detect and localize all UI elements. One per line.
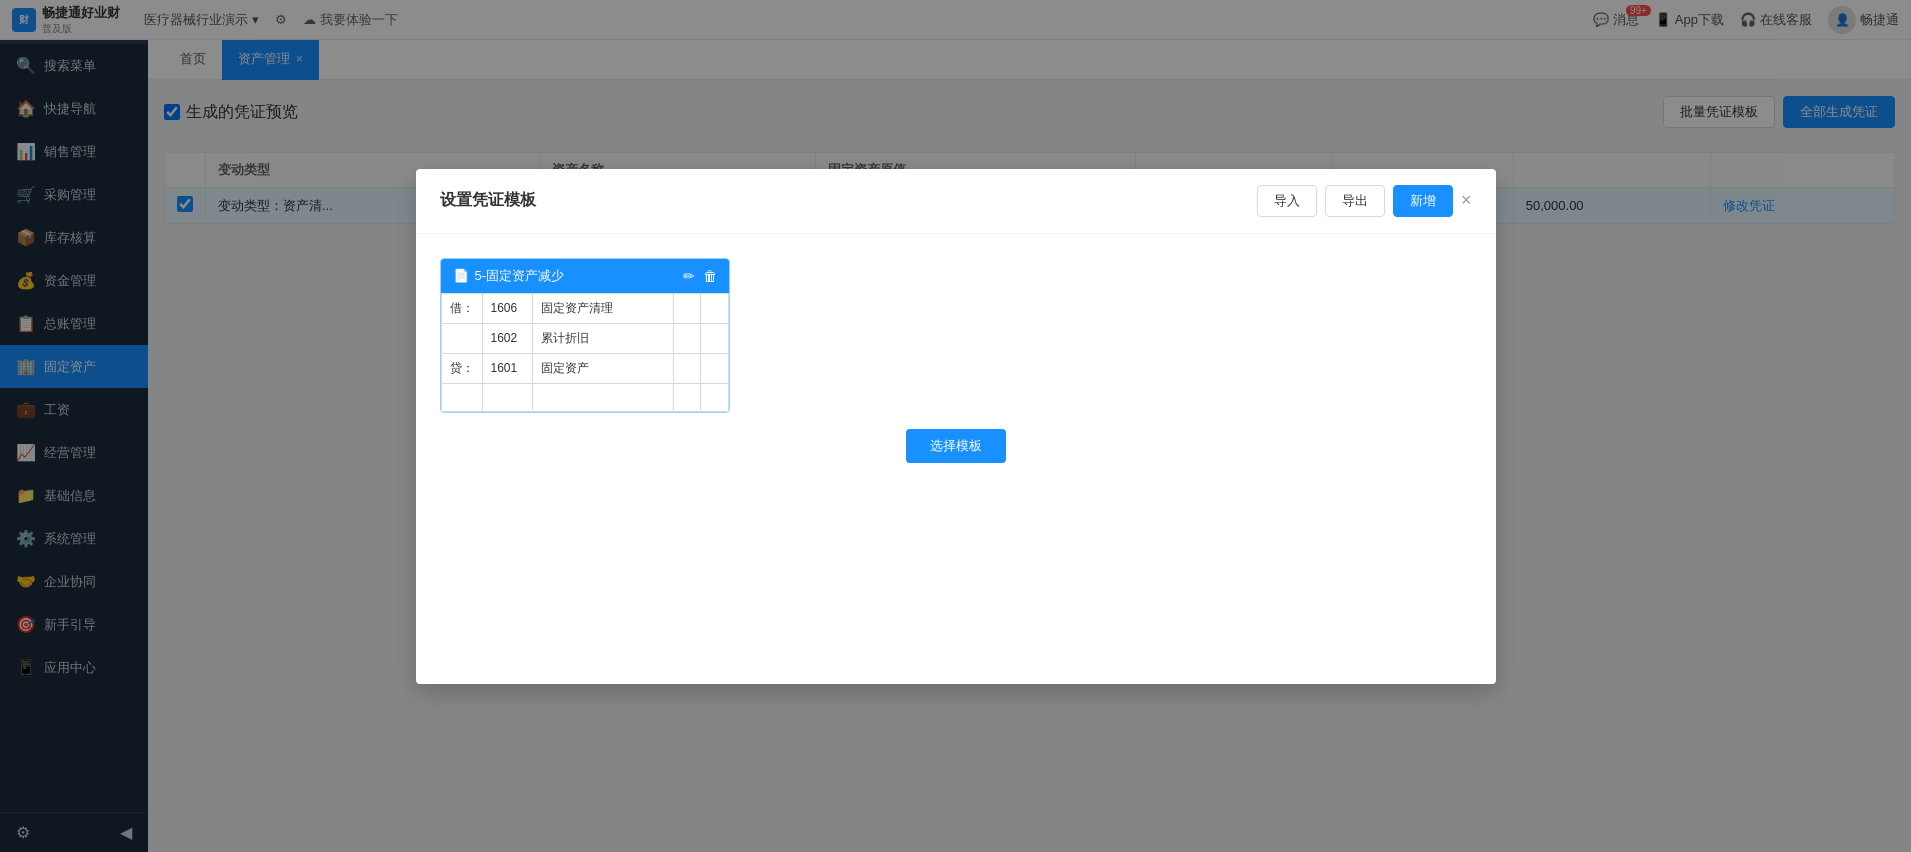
edit-icon[interactable]: ✏ [683,268,695,284]
export-button[interactable]: 导出 [1325,185,1385,217]
entry-col-a2 [674,353,701,383]
template-name: 5-固定资产减少 [475,267,565,285]
modal-close-button[interactable]: × [1461,190,1472,211]
modal-overlay: 设置凭证模板 导入 导出 新增 × 📄 5-固定资产减少 [0,0,1911,852]
delete-icon[interactable]: 🗑 [703,268,717,284]
entry-col-b1 [701,323,728,353]
modal-actions: 导入 导出 新增 [1257,185,1453,217]
document-icon: 📄 [453,268,469,283]
entry-code-1: 1602 [482,323,532,353]
entry-name-1: 累计折旧 [532,323,674,353]
entry-type-2: 贷： [441,353,482,383]
template-card-actions: ✏ 🗑 [683,268,717,284]
entry-col-b2 [701,353,728,383]
modal-title: 设置凭证模板 [440,190,536,211]
modal-dialog: 设置凭证模板 导入 导出 新增 × 📄 5-固定资产减少 [416,169,1496,684]
template-entry-row: 贷： 1601 固定资产 [441,353,728,383]
entry-col-a1 [674,323,701,353]
entry-name-2: 固定资产 [532,353,674,383]
modal-header: 设置凭证模板 导入 导出 新增 × [416,169,1496,234]
entry-type-1 [441,323,482,353]
select-template-button[interactable]: 选择模板 [906,429,1006,463]
template-card: 📄 5-固定资产减少 ✏ 🗑 借： 1606 固定资产清理 [440,258,730,413]
entry-code-2: 1601 [482,353,532,383]
template-header-left: 📄 5-固定资产减少 [453,267,565,285]
import-button[interactable]: 导入 [1257,185,1317,217]
entry-col-b0 [701,293,728,323]
template-empty-row [441,383,728,411]
entry-type-0: 借： [441,293,482,323]
template-entries-table: 借： 1606 固定资产清理 1602 累计折旧 [441,293,729,412]
entry-name-0: 固定资产清理 [532,293,674,323]
entry-code-0: 1606 [482,293,532,323]
template-entry-row: 1602 累计折旧 [441,323,728,353]
template-entry-row: 借： 1606 固定资产清理 [441,293,728,323]
new-button[interactable]: 新增 [1393,185,1453,217]
modal-body: 📄 5-固定资产减少 ✏ 🗑 借： 1606 固定资产清理 [416,234,1496,684]
entry-col-a0 [674,293,701,323]
template-card-header: 📄 5-固定资产减少 ✏ 🗑 [441,259,729,293]
